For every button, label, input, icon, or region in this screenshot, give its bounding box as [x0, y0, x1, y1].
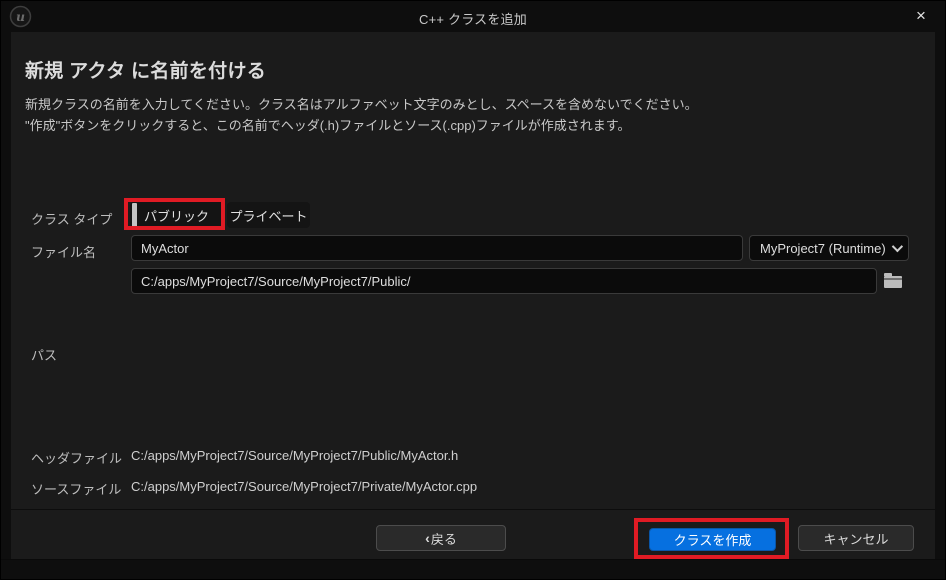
class-type-private-button[interactable]: プライベート	[227, 202, 310, 228]
selected-indicator	[132, 203, 137, 227]
cancel-button-label: キャンセル	[823, 531, 889, 547]
class-type-private-label: プライベート	[229, 208, 308, 224]
close-icon[interactable]: ×	[909, 4, 933, 28]
dialog-title: C++ クラスを追加	[419, 12, 527, 27]
path-label: パス	[31, 348, 58, 363]
class-type-label: クラス タイプ	[31, 212, 113, 227]
class-type-public-label: パブリック	[143, 208, 209, 224]
footer-divider	[11, 509, 935, 510]
module-dropdown-value: MyProject7 (Runtime)	[760, 240, 886, 256]
header-file-label: ヘッダファイル	[31, 451, 123, 466]
create-class-button-label: クラスを作成	[673, 533, 752, 548]
chevron-down-icon	[891, 240, 903, 253]
back-button-label: 戻る	[430, 531, 457, 547]
class-type-public-button[interactable]: パブリック	[130, 202, 223, 228]
add-cpp-class-dialog: u C++ クラスを追加 × 新規 アクタ に名前を付ける 新規クラスの名前を入…	[0, 0, 946, 580]
title-bar: u C++ クラスを追加 ×	[1, 1, 945, 32]
description-line-2: "作成"ボタンをクリックすると、この名前でヘッダ(.h)ファイルとソース(.cp…	[25, 118, 631, 133]
page-title: 新規 アクタ に名前を付ける	[25, 61, 267, 82]
cancel-button[interactable]: キャンセル	[798, 525, 914, 551]
file-name-input[interactable]	[131, 235, 743, 261]
dialog-content: 新規 アクタ に名前を付ける 新規クラスの名前を入力してください。クラス名はアル…	[11, 32, 935, 559]
create-class-button[interactable]: クラスを作成	[649, 528, 776, 551]
folder-icon	[884, 273, 902, 288]
back-button[interactable]: ‹ 戻る	[376, 525, 506, 551]
path-input[interactable]	[131, 268, 877, 294]
module-dropdown[interactable]: MyProject7 (Runtime)	[749, 235, 909, 261]
description-line-1: 新規クラスの名前を入力してください。クラス名はアルファベット文字のみとし、スペー…	[25, 97, 698, 112]
browse-folder-button[interactable]	[883, 271, 905, 291]
window-bottom-edge	[1, 559, 945, 579]
file-name-label: ファイル名	[31, 245, 97, 260]
header-file-path: C:/apps/MyProject7/Source/MyProject7/Pub…	[131, 448, 459, 463]
source-file-path: C:/apps/MyProject7/Source/MyProject7/Pri…	[131, 479, 478, 494]
chevron-left-icon: ‹	[425, 530, 430, 546]
source-file-label: ソースファイル	[31, 482, 122, 497]
